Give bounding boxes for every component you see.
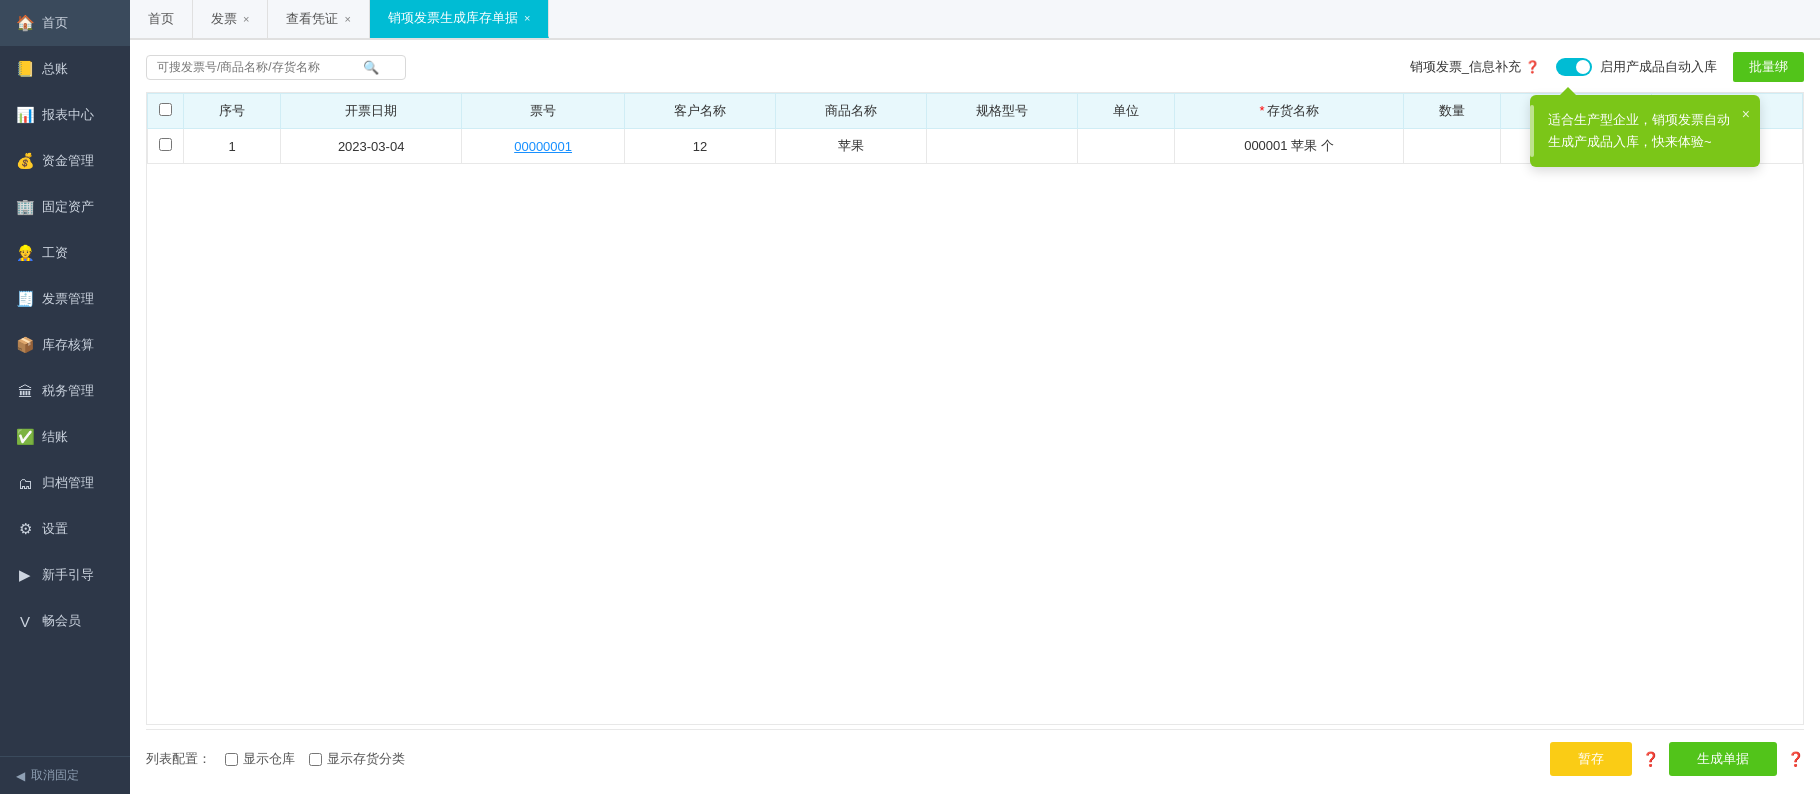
save-help-icon[interactable]: ❓ <box>1642 751 1659 767</box>
tooltip-close-button[interactable]: × <box>1742 103 1750 127</box>
tooltip-left-bar <box>1530 105 1534 157</box>
th-customer: 客户名称 <box>625 94 776 129</box>
sidebar-item-reports[interactable]: 📊 报表中心 <box>0 92 130 138</box>
main-area: 首页 发票 × 查看凭证 × 销项发票生成库存单据 × 🔍 销项发票_信息补充 … <box>130 0 1820 794</box>
tab-voucher-label: 查看凭证 <box>286 10 338 28</box>
search-input[interactable] <box>157 60 357 74</box>
unpin-icon: ◀ <box>16 769 25 783</box>
auto-inbound-toggle[interactable] <box>1556 58 1592 76</box>
toolbar-row: 🔍 销项发票_信息补充 ❓ 启用产成品自动入库 批量绑 <box>146 52 1804 82</box>
sidebar-item-close-account[interactable]: ✅ 结账 <box>0 414 130 460</box>
bottom-actions: 暂存 ❓ 生成单据 ❓ <box>1550 742 1804 776</box>
th-product: 商品名称 <box>776 94 927 129</box>
sidebar-item-home[interactable]: 🏠 首页 <box>0 0 130 46</box>
sidebar: 🏠 首页 📒 总账 📊 报表中心 💰 资金管理 🏢 固定资产 👷 工资 🧾 发票… <box>0 0 130 794</box>
invoice-icon: 🧾 <box>16 290 34 308</box>
generate-help-icon[interactable]: ❓ <box>1787 751 1804 767</box>
finance-icon: 💰 <box>16 152 34 170</box>
tab-invoice-close[interactable]: × <box>243 13 249 25</box>
batch-bind-button[interactable]: 批量绑 <box>1733 52 1804 82</box>
td-spec <box>927 129 1078 164</box>
ticket-link[interactable]: 00000001 <box>514 139 572 154</box>
th-inventory: *存货名称 <box>1175 94 1404 129</box>
th-spec: 规格型号 <box>927 94 1078 129</box>
search-box[interactable]: 🔍 <box>146 55 406 80</box>
td-customer: 12 <box>625 129 776 164</box>
inventory-icon: 📦 <box>16 336 34 354</box>
tax-icon: 🏛 <box>16 383 34 400</box>
table-wrapper: 序号 开票日期 票号 客户名称 商品名称 规格型号 单位 *存货名称 数量 销售… <box>146 92 1804 725</box>
sidebar-item-archive[interactable]: 🗂 归档管理 <box>0 460 130 506</box>
show-category-label[interactable]: 显示存货分类 <box>309 750 405 768</box>
ledger-icon: 📒 <box>16 60 34 78</box>
td-checkbox <box>148 129 184 164</box>
tab-generate-stock-close[interactable]: × <box>524 12 530 24</box>
tab-home[interactable]: 首页 <box>130 0 193 38</box>
select-all-checkbox[interactable] <box>159 103 172 116</box>
tab-home-label: 首页 <box>148 10 174 28</box>
assets-icon: 🏢 <box>16 198 34 216</box>
generate-button[interactable]: 生成单据 <box>1669 742 1777 776</box>
th-qty: 数量 <box>1403 94 1500 129</box>
show-category-checkbox[interactable] <box>309 753 322 766</box>
info-label: 销项发票_信息补充 ❓ <box>1410 58 1540 76</box>
sidebar-item-settings[interactable]: ⚙ 设置 <box>0 506 130 552</box>
td-inventory: 000001 苹果 个 <box>1175 129 1404 164</box>
sidebar-item-ledger[interactable]: 📒 总账 <box>0 46 130 92</box>
sidebar-item-guide[interactable]: ▶ 新手引导 <box>0 552 130 598</box>
bottom-bar: 列表配置： 显示仓库 显示存货分类 暂存 ❓ 生成单据 ❓ <box>146 729 1804 782</box>
sidebar-item-finance[interactable]: 💰 资金管理 <box>0 138 130 184</box>
td-product: 苹果 <box>776 129 927 164</box>
td-seq: 1 <box>184 129 281 164</box>
save-button[interactable]: 暂存 <box>1550 742 1632 776</box>
reports-icon: 📊 <box>16 106 34 124</box>
th-num: 票号 <box>462 94 625 129</box>
sidebar-item-tax[interactable]: 🏛 税务管理 <box>0 368 130 414</box>
content-area: 🔍 销项发票_信息补充 ❓ 启用产成品自动入库 批量绑 <box>130 40 1820 794</box>
th-date: 开票日期 <box>281 94 462 129</box>
td-num: 00000001 <box>462 129 625 164</box>
tab-generate-stock[interactable]: 销项发票生成库存单据 × <box>370 0 549 38</box>
tab-bar: 首页 发票 × 查看凭证 × 销项发票生成库存单据 × <box>130 0 1820 40</box>
sidebar-item-fixed-assets[interactable]: 🏢 固定资产 <box>0 184 130 230</box>
sidebar-item-invoice-mgmt[interactable]: 🧾 发票管理 <box>0 276 130 322</box>
close-account-icon: ✅ <box>16 428 34 446</box>
toggle-wrapper: 启用产成品自动入库 <box>1556 58 1717 76</box>
payroll-icon: 👷 <box>16 244 34 262</box>
show-warehouse-checkbox[interactable] <box>225 753 238 766</box>
tooltip-popup: × 适合生产型企业，销项发票自动生成产成品入库，快来体验~ <box>1530 95 1760 167</box>
tab-voucher[interactable]: 查看凭证 × <box>268 0 369 38</box>
list-config: 列表配置： 显示仓库 显示存货分类 <box>146 750 405 768</box>
home-icon: 🏠 <box>16 14 34 32</box>
info-help-icon[interactable]: ❓ <box>1525 60 1540 74</box>
toolbar-right: 销项发票_信息补充 ❓ 启用产成品自动入库 批量绑 <box>1410 52 1804 82</box>
tab-invoice[interactable]: 发票 × <box>193 0 268 38</box>
search-icon: 🔍 <box>363 60 379 75</box>
td-unit <box>1077 129 1174 164</box>
archive-icon: 🗂 <box>16 475 34 492</box>
tab-voucher-close[interactable]: × <box>344 13 350 25</box>
tab-invoice-label: 发票 <box>211 10 237 28</box>
guide-icon: ▶ <box>16 566 34 584</box>
show-warehouse-label[interactable]: 显示仓库 <box>225 750 295 768</box>
sidebar-item-payroll[interactable]: 👷 工资 <box>0 230 130 276</box>
th-unit: 单位 <box>1077 94 1174 129</box>
vip-icon: V <box>16 613 34 630</box>
td-qty <box>1403 129 1500 164</box>
tab-generate-stock-label: 销项发票生成库存单据 <box>388 9 518 27</box>
sidebar-item-vip[interactable]: V 畅会员 <box>0 598 130 644</box>
unpin-fixed[interactable]: ◀ 取消固定 <box>0 756 130 794</box>
settings-icon: ⚙ <box>16 520 34 538</box>
sidebar-item-inventory[interactable]: 📦 库存核算 <box>0 322 130 368</box>
td-date: 2023-03-04 <box>281 129 462 164</box>
th-seq: 序号 <box>184 94 281 129</box>
th-checkbox <box>148 94 184 129</box>
row-checkbox[interactable] <box>159 138 172 151</box>
